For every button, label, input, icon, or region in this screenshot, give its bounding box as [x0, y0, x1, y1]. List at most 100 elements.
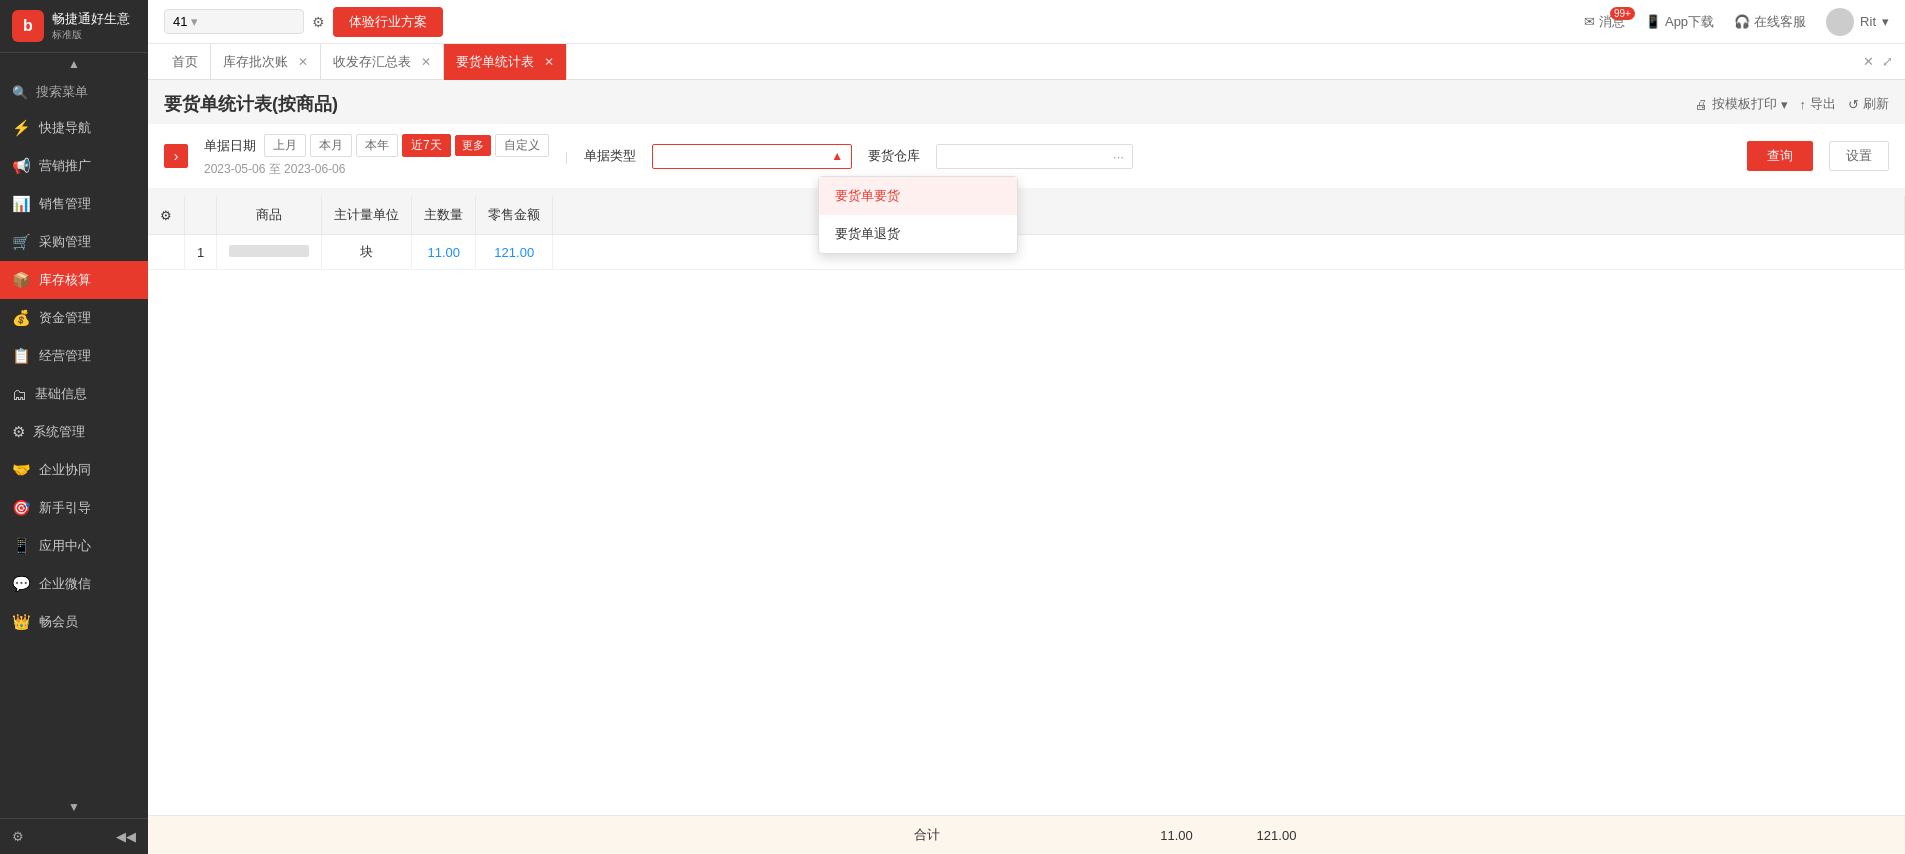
date-btn-last-month[interactable]: 上月: [264, 134, 306, 157]
sidebar-scroll-up[interactable]: ▲: [0, 53, 148, 75]
tab-receivable-summary-close[interactable]: ✕: [421, 55, 431, 69]
tab-receivable-summary-label: 收发存汇总表: [333, 53, 411, 71]
sidebar-item-system[interactable]: ⚙ 系统管理: [0, 413, 148, 451]
date-btn-this-month[interactable]: 本月: [310, 134, 352, 157]
collab-icon: 🤝: [12, 461, 31, 479]
app-download-icon: 📱: [1645, 14, 1661, 29]
logo-icon: b: [12, 10, 44, 42]
sidebar-item-member[interactable]: 👑 畅会员: [0, 603, 148, 641]
tab-close-all-icon[interactable]: ✕: [1863, 54, 1874, 69]
refresh-btn[interactable]: ↺ 刷新: [1848, 95, 1889, 113]
row-unit: 块: [322, 235, 412, 270]
filter-warehouse-input[interactable]: ···: [936, 144, 1133, 169]
footer-quantity: 11.00: [1127, 828, 1227, 843]
message-btn[interactable]: ✉ 消息 99+: [1584, 13, 1625, 31]
page-actions: 🖨 按模板打印 ▾ ↑ 导出 ↺ 刷新: [1695, 95, 1890, 113]
user-menu[interactable]: Rit ▾: [1826, 8, 1889, 36]
sidebar-item-apps[interactable]: 📱 应用中心: [0, 527, 148, 565]
tab-home-label: 首页: [172, 53, 198, 71]
topbar: 41 ▾ ⚙ 体验行业方案 ✉ 消息 99+ 📱 App下载 🎧 在线客服 R: [148, 0, 1905, 44]
row-quantity[interactable]: 11.00: [412, 235, 476, 270]
sidebar-bottom: ⚙ ◀◀: [0, 818, 148, 854]
row-amount[interactable]: 121.00: [476, 235, 553, 270]
headset-icon: 🎧: [1734, 14, 1750, 29]
tab-batch-account-close[interactable]: ✕: [298, 55, 308, 69]
date-btn-this-year[interactable]: 本年: [356, 134, 398, 157]
table-footer: 合计 11.00 121.00: [148, 815, 1905, 854]
dropdown-item-order-goods[interactable]: 要货单要货: [819, 177, 1017, 215]
inventory-icon: 📦: [12, 271, 31, 289]
quantity-link[interactable]: 11.00: [427, 245, 460, 260]
date-btn-7days[interactable]: 近7天: [402, 134, 451, 157]
export-btn[interactable]: ↑ 导出: [1800, 95, 1837, 113]
tab-batch-account[interactable]: 库存批次账 ✕: [211, 44, 321, 80]
sidebar-search[interactable]: 🔍 搜索菜单: [0, 75, 148, 109]
app-download-btn[interactable]: 📱 App下载: [1645, 13, 1714, 31]
date-label: 单据日期: [204, 137, 256, 155]
user-dropdown-icon: ▾: [1882, 14, 1889, 29]
sidebar-item-basic[interactable]: 🗂 基础信息: [0, 375, 148, 413]
purchase-icon: 🛒: [12, 233, 31, 251]
th-unit: 主计量单位: [322, 196, 412, 235]
tab-expand-icon[interactable]: ⤢: [1882, 54, 1893, 69]
sidebar-item-marketing[interactable]: 📢 营销推广: [0, 147, 148, 185]
guide-icon: 🎯: [12, 499, 31, 517]
warehouse-more-icon[interactable]: ···: [1113, 149, 1124, 164]
type-label: 单据类型: [584, 147, 636, 165]
topbar-search-box[interactable]: 41 ▾: [164, 9, 304, 34]
tabbar: 首页 库存批次账 ✕ 收发存汇总表 ✕ 要货单统计表 ✕ ✕ ⤢: [148, 44, 1905, 80]
sidebar-search-label: 搜索菜单: [36, 83, 88, 101]
warehouse-input-field[interactable]: [945, 149, 1113, 164]
topbar-right: ✉ 消息 99+ 📱 App下载 🎧 在线客服 Rit ▾: [1584, 8, 1889, 36]
finance-icon: 💰: [12, 309, 31, 327]
amount-link[interactable]: 121.00: [494, 245, 534, 260]
marketing-icon: 📢: [12, 157, 31, 175]
topbar-left: 41 ▾ ⚙ 体验行业方案: [164, 7, 443, 37]
date-btn-custom[interactable]: 自定义: [495, 134, 549, 157]
th-settings[interactable]: ⚙: [148, 196, 185, 235]
filter-area: › 单据日期 上月 本月 本年 近7天 更多 自定义 2023-05-06 至 …: [148, 124, 1905, 188]
tab-home[interactable]: 首页: [160, 44, 211, 80]
tab-order-summary[interactable]: 要货单统计表 ✕: [444, 44, 567, 80]
sidebar-item-label: 销售管理: [39, 195, 91, 213]
filter-date-group: 单据日期 上月 本月 本年 近7天 更多 自定义 2023-05-06 至 20…: [204, 134, 549, 178]
dropdown-item-order-return[interactable]: 要货单退货: [819, 215, 1017, 253]
filter-separator: |: [565, 149, 568, 164]
type-input-field[interactable]: [661, 149, 831, 164]
filter-expand-btn[interactable]: ›: [164, 144, 188, 168]
main-area: 41 ▾ ⚙ 体验行业方案 ✉ 消息 99+ 📱 App下载 🎧 在线客服 R: [148, 0, 1905, 854]
print-template-btn[interactable]: 🖨 按模板打印 ▾: [1695, 95, 1788, 113]
sidebar-settings-icon[interactable]: ⚙: [12, 829, 24, 844]
date-btn-more[interactable]: 更多: [455, 135, 491, 156]
topbar-gear-icon[interactable]: ⚙: [312, 14, 325, 30]
sidebar-scroll-down[interactable]: ▼: [0, 796, 148, 818]
sidebar-item-sales[interactable]: 📊 销售管理: [0, 185, 148, 223]
online-service-btn[interactable]: 🎧 在线客服: [1734, 13, 1806, 31]
sidebar-item-purchase[interactable]: 🛒 采购管理: [0, 223, 148, 261]
type-dropdown-arrow-up[interactable]: ▲: [831, 149, 843, 163]
sidebar-item-wechat[interactable]: 💬 企业微信: [0, 565, 148, 603]
sidebar-item-collab[interactable]: 🤝 企业协同: [0, 451, 148, 489]
sidebar-item-guide[interactable]: 🎯 新手引导: [0, 489, 148, 527]
tab-order-summary-close[interactable]: ✕: [544, 55, 554, 69]
page-title: 要货单统计表(按商品): [164, 92, 338, 116]
settings-btn[interactable]: 设置: [1829, 141, 1889, 171]
sidebar-item-quick-nav[interactable]: ⚡ 快捷导航: [0, 109, 148, 147]
tab-receivable-summary[interactable]: 收发存汇总表 ✕: [321, 44, 444, 80]
logo-app-name: 畅捷通好生意: [52, 10, 130, 28]
message-icon: ✉: [1584, 14, 1595, 29]
export-icon: ↑: [1800, 97, 1807, 112]
user-name: Rit: [1860, 14, 1876, 29]
data-table: ⚙ 商品 主计量单位 主数量 零售金额 1: [148, 196, 1905, 270]
topbar-search-dropdown-icon[interactable]: ▾: [191, 14, 198, 29]
filter-type-input[interactable]: ▲: [652, 144, 852, 169]
th-quantity: 主数量: [412, 196, 476, 235]
system-icon: ⚙: [12, 423, 25, 441]
sidebar-item-operations[interactable]: 📋 经营管理: [0, 337, 148, 375]
sidebar-item-finance[interactable]: 💰 资金管理: [0, 299, 148, 337]
query-btn[interactable]: 查询: [1747, 141, 1813, 171]
sidebar-collapse-icon[interactable]: ◀◀: [116, 829, 136, 844]
industry-btn[interactable]: 体验行业方案: [333, 7, 443, 37]
sidebar-item-inventory[interactable]: 📦 库存核算: [0, 261, 148, 299]
sidebar-item-label: 应用中心: [39, 537, 91, 555]
